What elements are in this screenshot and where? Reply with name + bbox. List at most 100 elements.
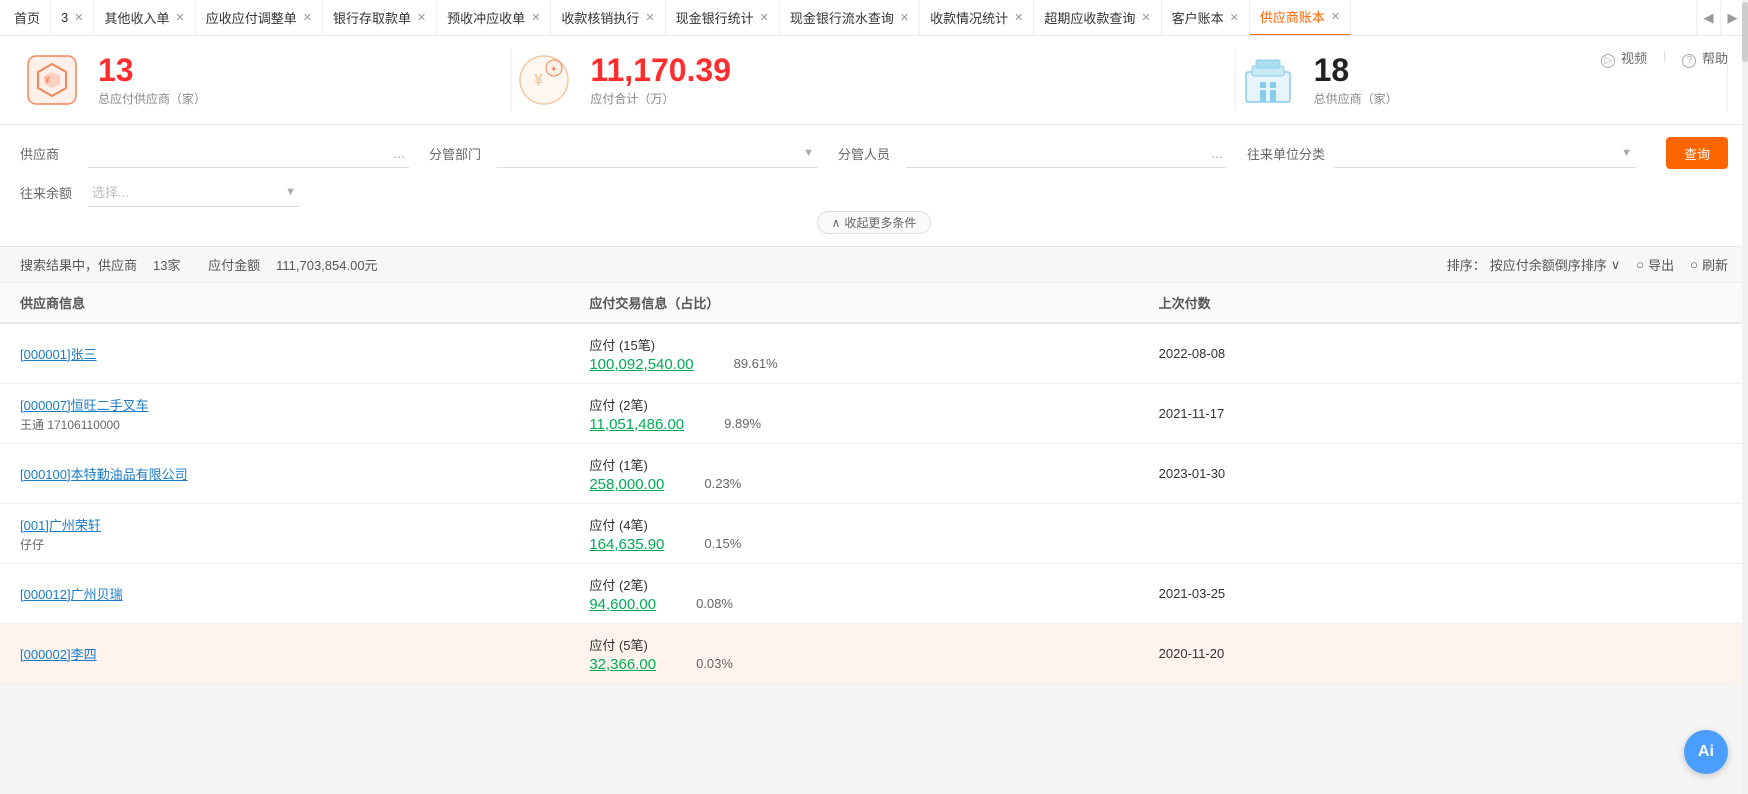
collapse-button[interactable]: ∧ 收起更多条件 <box>817 211 932 234</box>
person-input[interactable] <box>910 138 1211 168</box>
nav-tab-overdue-ar[interactable]: 超期应收款查询 ✕ <box>1034 0 1161 36</box>
table-row: [000012]广州贝瑞 应付 (2笔) 94,600.00 0.08% 202… <box>0 564 1748 624</box>
payable-amount-5[interactable]: 32,366.00 <box>589 656 656 673</box>
stat-block-payable-suppliers: ¥ 13 总应付供应商（家） <box>20 48 512 112</box>
payable-amount-2[interactable]: 258,000.00 <box>589 476 664 493</box>
stat-text-payable: 13 总应付供应商（家） <box>98 54 206 107</box>
supplier-link-000001[interactable]: [000001]张三 <box>20 347 97 362</box>
close-tab-bank-deposit[interactable]: ✕ <box>417 11 426 24</box>
payable-cell-5: 应付 (5笔) 32,366.00 0.03% <box>589 635 1158 673</box>
balance-select[interactable]: 选择... ▼ <box>88 177 300 207</box>
video-link[interactable]: ▷ 视频 <box>1601 48 1647 68</box>
refresh-icon: ○ <box>1690 257 1698 272</box>
supplier-info-cell-4: [000012]广州贝瑞 <box>20 584 589 603</box>
sort-control[interactable]: 排序： 按应付余额倒序排序 ∨ <box>1447 255 1621 274</box>
filter-unit-category-label: 往来单位分类 <box>1247 144 1325 163</box>
supplier-info-cell-3: [001]广州荣轩 仔仔 <box>20 515 589 553</box>
nav-tab-ar-ap-adjust[interactable]: 应收应付调整单 ✕ <box>196 0 323 36</box>
nav-next-arrow[interactable]: ▶ <box>1720 0 1744 36</box>
nav-tab-payment-verify[interactable]: 收款核销执行 ✕ <box>551 0 665 36</box>
table-row: [000100]本特勤油品有限公司 应付 (1笔) 258,000.00 0.2… <box>0 444 1748 504</box>
payable-pct-2: 0.23% <box>704 476 741 491</box>
balance-dropdown-icon: ▼ <box>285 186 296 198</box>
nav-tab-customer-ledger[interactable]: 客户账本 ✕ <box>1162 0 1250 36</box>
nav-tab-other-income[interactable]: 其他收入单 ✕ <box>94 0 195 36</box>
svg-text:¥: ¥ <box>534 72 543 89</box>
close-tab-receipt-stat[interactable]: ✕ <box>1014 11 1023 24</box>
nav-tab-prepay-ar[interactable]: 预收冲应收单 ✕ <box>437 0 551 36</box>
payable-amount-3[interactable]: 164,635.90 <box>589 536 664 553</box>
filter-unit-category: 往来单位分类 ▼ <box>1247 138 1636 168</box>
nav-tab-3[interactable]: 3 ✕ <box>51 0 94 36</box>
dept-select[interactable]: ▼ <box>497 138 818 168</box>
table-header-row: 供应商信息 应付交易信息（占比） 上次付数 <box>0 283 1748 324</box>
unit-category-select[interactable]: ▼ <box>1333 138 1636 168</box>
close-tab-cash-bank-stat[interactable]: ✕ <box>760 11 769 24</box>
supplier-more-icon[interactable]: ... <box>393 145 405 161</box>
help-link[interactable]: ? 帮助 <box>1682 48 1728 68</box>
payable-amount-0[interactable]: 100,092,540.00 <box>589 356 693 373</box>
stat-icon-suppliers <box>1236 48 1300 112</box>
supplier-count: 13家 <box>153 258 180 273</box>
payable-cell-4: 应付 (2笔) 94,600.00 0.08% <box>589 575 1158 613</box>
close-tab-customer-ledger[interactable]: ✕ <box>1230 11 1239 24</box>
export-icon: ○ <box>1636 257 1644 272</box>
video-icon: ▷ <box>1601 54 1615 68</box>
nav-tab-receipt-stat[interactable]: 收款情况统计 ✕ <box>920 0 1034 36</box>
person-more-icon[interactable]: ... <box>1211 145 1223 161</box>
stat-label-payable: 总应付供应商（家） <box>98 90 206 107</box>
stat-icon-payable: ¥ <box>20 48 84 112</box>
nav-tab-cash-bank-stat[interactable]: 现金银行统计 ✕ <box>666 0 780 36</box>
filter-supplier-label: 供应商 <box>20 144 80 163</box>
close-tab-3[interactable]: ✕ <box>74 11 83 24</box>
nav-tab-supplier-ledger[interactable]: 供应商账本 ✕ <box>1250 0 1351 36</box>
close-tab-prepay-ar[interactable]: ✕ <box>531 11 540 24</box>
payable-label-4: 应付 (2笔) <box>589 575 648 594</box>
supplier-info-cell-1: [000007]恒旺二手叉车 王通 17106110000 <box>20 395 589 433</box>
close-tab-overdue-ar[interactable]: ✕ <box>1141 11 1150 24</box>
unit-category-dropdown-icon: ▼ <box>1621 147 1632 159</box>
last-pay-cell-4: 2021-03-25 <box>1159 586 1728 601</box>
payable-amount-1[interactable]: 11,051,486.00 <box>589 416 684 433</box>
nav-tab-home[interactable]: 首页 <box>4 0 51 36</box>
nav-arrows: ◀ ▶ <box>1696 0 1744 36</box>
svg-text:¥: ¥ <box>45 75 50 85</box>
close-tab-ar-ap-adjust[interactable]: ✕ <box>303 11 312 24</box>
table-row: [001]广州荣轩 仔仔 应付 (4笔) 164,635.90 0.15% <box>0 504 1748 564</box>
payable-label-2: 应付 (1笔) <box>589 455 648 474</box>
supplier-link-000012[interactable]: [000012]广州贝瑞 <box>20 587 123 602</box>
nav-tab-cash-bank-flow[interactable]: 现金银行流水查询 ✕ <box>780 0 920 36</box>
result-actions: 排序： 按应付余额倒序排序 ∨ ○ 导出 ○ 刷新 <box>1447 255 1728 274</box>
svg-text:✦: ✦ <box>550 64 558 74</box>
sort-dropdown-icon: ∨ <box>1611 257 1621 273</box>
stat-num-payable: 13 <box>98 54 206 86</box>
payable-amount-4[interactable]: 94,600.00 <box>589 596 656 613</box>
filter-dept: 分管部门 ▼ <box>429 138 818 168</box>
payable-cell-1: 应付 (2笔) 11,051,486.00 9.89% <box>589 395 1158 433</box>
supplier-link-000007[interactable]: [000007]恒旺二手叉车 <box>20 398 149 413</box>
stat-icon-total: ¥ ✦ <box>512 48 576 112</box>
refresh-button[interactable]: ○ 刷新 <box>1690 255 1728 274</box>
close-tab-supplier-ledger[interactable]: ✕ <box>1331 10 1340 23</box>
ai-badge[interactable]: Ai <box>1684 730 1728 774</box>
payable-pct-4: 0.08% <box>696 596 733 611</box>
close-tab-other-income[interactable]: ✕ <box>175 11 184 24</box>
scrollbar-thumb[interactable] <box>1742 2 1748 62</box>
supplier-info-cell: [000001]张三 <box>20 344 589 363</box>
supplier-link-001[interactable]: [001]广州荣轩 <box>20 518 101 533</box>
col-header-lastpay: 上次付数 <box>1159 293 1728 312</box>
payable-label-3: 应付 (4笔) <box>589 515 648 534</box>
query-button[interactable]: 查询 <box>1666 137 1728 169</box>
close-tab-payment-verify[interactable]: ✕ <box>645 11 654 24</box>
export-button[interactable]: ○ 导出 <box>1636 255 1674 274</box>
collapse-arrow-icon: ∧ <box>832 216 841 230</box>
supplier-input[interactable] <box>92 138 393 168</box>
nav-tab-bank-deposit[interactable]: 银行存取款单 ✕ <box>323 0 437 36</box>
last-pay-cell-2: 2023-01-30 <box>1159 466 1728 481</box>
supplier-link-000002[interactable]: [000002]李四 <box>20 647 97 662</box>
nav-prev-arrow[interactable]: ◀ <box>1696 0 1720 36</box>
close-tab-cash-bank-flow[interactable]: ✕ <box>900 11 909 24</box>
supplier-link-000100[interactable]: [000100]本特勤油品有限公司 <box>20 467 188 482</box>
supplier-sub-3: 仔仔 <box>20 536 589 553</box>
table-row: [000002]李四 应付 (5笔) 32,366.00 0.03% 2020-… <box>0 624 1748 684</box>
